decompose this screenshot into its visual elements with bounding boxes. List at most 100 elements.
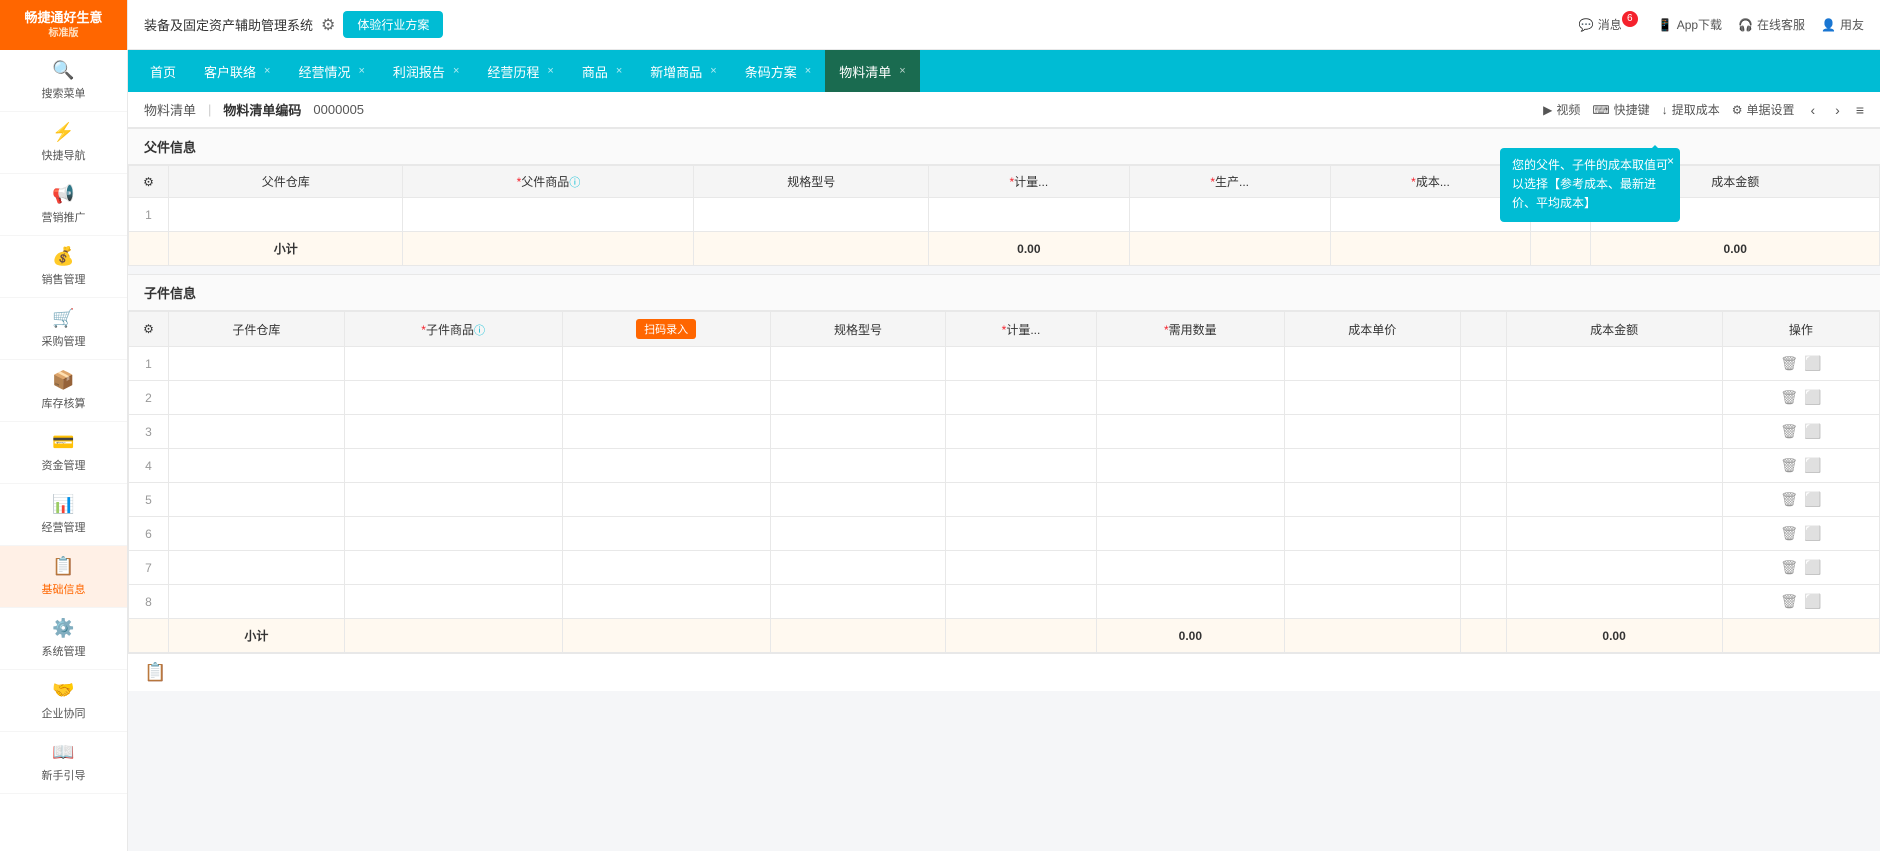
child-warehouse-cell[interactable] — [169, 517, 345, 551]
nav-tab-1[interactable]: 客户联络× — [190, 50, 284, 92]
sidebar-item-operation[interactable]: 📊经营管理 — [0, 484, 127, 546]
breadcrumb-item1[interactable]: 物料清单 — [144, 100, 196, 119]
copy-icon[interactable]: ⬜ — [1804, 389, 1821, 406]
delete-icon[interactable]: 🗑 — [1780, 457, 1798, 474]
child-warehouse-cell[interactable] — [169, 449, 345, 483]
prev-arrow[interactable]: ‹ — [1806, 102, 1819, 118]
copy-icon[interactable]: ⬜ — [1804, 559, 1821, 576]
parent-product-cell[interactable] — [403, 198, 694, 232]
nav-tab-5[interactable]: 商品× — [568, 50, 636, 92]
child-spec-cell[interactable] — [770, 585, 946, 619]
child-quantity-cell[interactable] — [1096, 381, 1284, 415]
child-spec-cell[interactable] — [770, 415, 946, 449]
child-quantity-cell[interactable] — [1096, 347, 1284, 381]
child-unit-price-cell[interactable] — [1284, 347, 1460, 381]
parent-production-cell[interactable] — [1129, 198, 1330, 232]
view-btn[interactable]: ▶ 视频 — [1543, 101, 1580, 118]
nav-tab-4[interactable]: 经营历程× — [473, 50, 567, 92]
child-unit-price-cell[interactable] — [1284, 517, 1460, 551]
child-product-cell[interactable] — [344, 585, 562, 619]
online-service-item[interactable]: 🎧 在线客服 — [1738, 16, 1805, 33]
child-quantity-cell[interactable] — [1096, 551, 1284, 585]
child-quantity-cell[interactable] — [1096, 517, 1284, 551]
child-spec-cell[interactable] — [770, 517, 946, 551]
nav-tab-3[interactable]: 利润报告× — [379, 50, 473, 92]
tab-close-5[interactable]: × — [616, 65, 622, 77]
nav-tab-8[interactable]: 物料清单× — [825, 50, 919, 92]
child-quantity-cell[interactable] — [1096, 415, 1284, 449]
child-unit-price-cell[interactable] — [1284, 551, 1460, 585]
sidebar-item-finance[interactable]: 💳资金管理 — [0, 422, 127, 484]
nav-tab-2[interactable]: 经营情况× — [284, 50, 378, 92]
child-warehouse-cell[interactable] — [169, 415, 345, 449]
delete-icon[interactable]: 🗑 — [1780, 525, 1798, 542]
parent-col-settings[interactable]: ⚙ — [129, 166, 169, 198]
single-settings-btn[interactable]: ⚙ 单据设置 — [1732, 101, 1795, 118]
shortcuts-btn[interactable]: ⌨ 快捷键 — [1592, 101, 1649, 118]
copy-icon[interactable]: ⬜ — [1804, 491, 1821, 508]
copy-icon[interactable]: ⬜ — [1804, 423, 1821, 440]
child-product-cell[interactable] — [344, 449, 562, 483]
child-unit-cell[interactable] — [946, 347, 1096, 381]
child-unit-price-cell[interactable] — [1284, 415, 1460, 449]
child-unit-cell[interactable] — [946, 517, 1096, 551]
tab-close-2[interactable]: × — [358, 65, 364, 77]
bottom-icon[interactable]: 📋 — [144, 662, 166, 683]
trial-button[interactable]: 体验行业方案 — [343, 11, 443, 38]
sidebar-item-purchase[interactable]: 🛒采购管理 — [0, 298, 127, 360]
sidebar-item-marketing[interactable]: 📢营销推广 — [0, 174, 127, 236]
copy-icon[interactable]: ⬜ — [1804, 355, 1821, 372]
app-download-item[interactable]: 📱 App下载 — [1658, 16, 1722, 33]
nav-tab-6[interactable]: 新增商品× — [636, 50, 730, 92]
child-quantity-cell[interactable] — [1096, 585, 1284, 619]
sidebar-item-search[interactable]: 🔍搜索菜单 — [0, 50, 127, 112]
nav-tab-7[interactable]: 条码方案× — [731, 50, 825, 92]
tab-close-4[interactable]: × — [547, 65, 553, 77]
child-product-cell[interactable] — [344, 483, 562, 517]
child-unit-cell[interactable] — [946, 381, 1096, 415]
child-unit-cell[interactable] — [946, 585, 1096, 619]
child-unit-price-cell[interactable] — [1284, 381, 1460, 415]
copy-icon[interactable]: ⬜ — [1804, 457, 1821, 474]
delete-icon[interactable]: 🗑 — [1780, 491, 1798, 508]
parent-warehouse-cell[interactable] — [169, 198, 403, 232]
message-item[interactable]: 💬 消息 6 — [1579, 16, 1642, 33]
child-warehouse-cell[interactable] — [169, 585, 345, 619]
gear-icon[interactable]: ⚙ — [321, 15, 335, 35]
delete-icon[interactable]: 🗑 — [1780, 423, 1798, 440]
parent-spec-cell[interactable] — [694, 198, 928, 232]
tab-close-3[interactable]: × — [453, 65, 459, 77]
tab-close-1[interactable]: × — [264, 65, 270, 77]
tab-close-7[interactable]: × — [805, 65, 811, 77]
delete-icon[interactable]: 🗑 — [1780, 389, 1798, 406]
parent-unit-cell[interactable] — [928, 198, 1129, 232]
child-quantity-cell[interactable] — [1096, 449, 1284, 483]
child-unit-cell[interactable] — [946, 415, 1096, 449]
child-product-cell[interactable] — [344, 415, 562, 449]
menu-icon[interactable]: ≡ — [1856, 102, 1864, 118]
nav-tab-0[interactable]: 首页 — [136, 50, 190, 92]
tab-close-6[interactable]: × — [710, 65, 716, 77]
copy-icon[interactable]: ⬜ — [1804, 525, 1821, 542]
delete-icon[interactable]: 🗑 — [1780, 593, 1798, 610]
child-product-cell[interactable] — [344, 551, 562, 585]
child-spec-cell[interactable] — [770, 551, 946, 585]
copy-icon[interactable]: ⬜ — [1804, 593, 1821, 610]
child-unit-price-cell[interactable] — [1284, 449, 1460, 483]
tooltip-close[interactable]: × — [1667, 152, 1674, 171]
sidebar-item-sales[interactable]: 💰销售管理 — [0, 236, 127, 298]
next-arrow[interactable]: › — [1831, 102, 1844, 118]
extract-cost-btn[interactable]: ↓ 提取成本 — [1662, 101, 1720, 118]
child-col-settings[interactable]: ⚙ — [129, 312, 169, 347]
child-unit-cell[interactable] — [946, 483, 1096, 517]
child-spec-cell[interactable] — [770, 483, 946, 517]
sidebar-item-basic[interactable]: 📋基础信息 — [0, 546, 127, 608]
sidebar-item-collab[interactable]: 🤝企业协同 — [0, 670, 127, 732]
child-product-cell[interactable] — [344, 347, 562, 381]
scan-button[interactable]: 扫码录入 — [636, 319, 696, 339]
child-spec-cell[interactable] — [770, 449, 946, 483]
sidebar-item-inventory[interactable]: 📦库存核算 — [0, 360, 127, 422]
sidebar-item-guide[interactable]: 📖新手引导 — [0, 732, 127, 794]
tab-close-8[interactable]: × — [899, 65, 905, 77]
child-product-cell[interactable] — [344, 381, 562, 415]
